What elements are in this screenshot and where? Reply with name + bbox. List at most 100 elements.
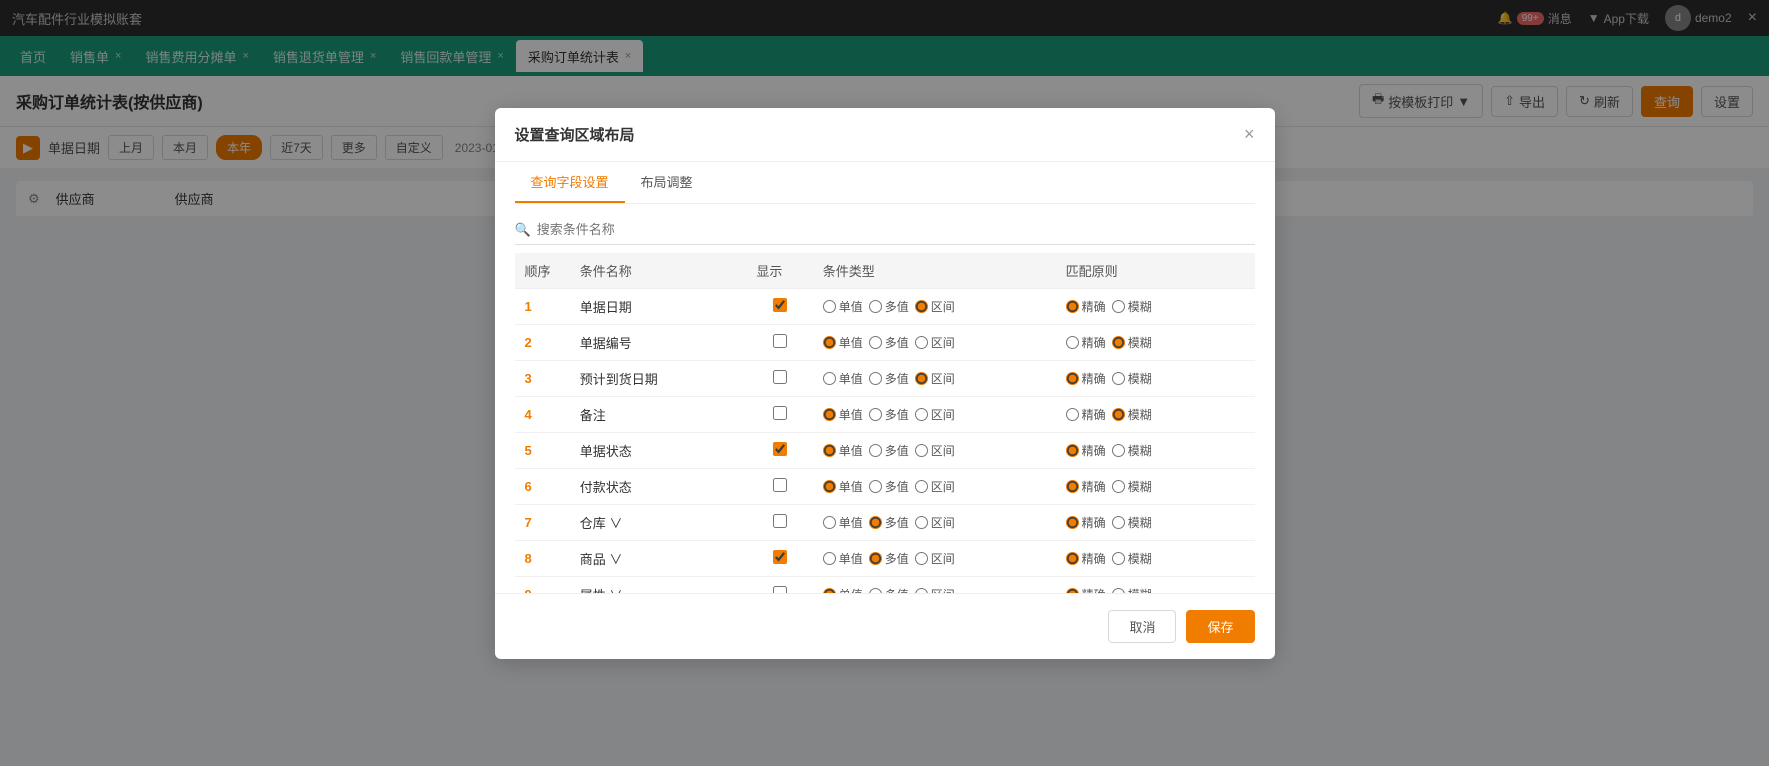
th-rule: 匹配原则 [1056, 253, 1255, 289]
cell-rule-7: 精确模糊 [1056, 540, 1255, 576]
type-option-2-2[interactable]: 区间 [915, 370, 955, 387]
type-option-8-0[interactable]: 单值 [823, 586, 863, 593]
show-checkbox-1[interactable] [773, 334, 787, 348]
rule-option-3-0[interactable]: 精确 [1066, 406, 1106, 423]
cell-name-1: 单据编号 [570, 324, 747, 360]
th-name: 条件名称 [570, 253, 747, 289]
show-checkbox-0[interactable] [773, 298, 787, 312]
cell-show-5 [746, 468, 812, 504]
cell-order-6: 7 [515, 504, 570, 540]
modal-tab-query[interactable]: 查询字段设置 [515, 162, 625, 203]
type-option-2-1[interactable]: 多值 [869, 370, 909, 387]
table-row: 1单据日期 单值多值区间 精确模糊 [515, 288, 1255, 324]
table-row: 2单据编号单值多值区间精确模糊 [515, 324, 1255, 360]
cell-rule-8: 精确模糊 [1056, 576, 1255, 593]
rule-option-8-1[interactable]: 模糊 [1112, 586, 1152, 593]
cell-order-0: 1 [515, 288, 570, 324]
cell-show-2 [746, 360, 812, 396]
rule-option-7-1[interactable]: 模糊 [1112, 550, 1152, 567]
rule-option-8-0[interactable]: 精确 [1066, 586, 1106, 593]
type-option-5-2[interactable]: 区间 [915, 478, 955, 495]
cell-rule-2: 精确模糊 [1056, 360, 1255, 396]
type-option-8-1[interactable]: 多值 [869, 586, 909, 593]
rule-option-1-1[interactable]: 模糊 [1112, 334, 1152, 351]
show-checkbox-5[interactable] [773, 478, 787, 492]
show-checkbox-6[interactable] [773, 514, 787, 528]
modal-body: 查询字段设置 布局调整 🔍 顺序 条件名称 显示 条件类型 [495, 162, 1275, 593]
show-checkbox-2[interactable] [773, 370, 787, 384]
rule-option-0-1[interactable]: 模糊 [1112, 298, 1152, 315]
type-option-3-1[interactable]: 多值 [869, 406, 909, 423]
cell-show-0 [746, 288, 812, 324]
cell-type-5: 单值多值区间 [813, 468, 1056, 504]
rule-option-2-1[interactable]: 模糊 [1112, 370, 1152, 387]
type-option-1-2[interactable]: 区间 [915, 334, 955, 351]
rule-option-0-0[interactable]: 精确 [1066, 298, 1106, 315]
type-option-0-0[interactable]: 单值 [823, 298, 863, 315]
table-row: 5单据状态单值多值区间精确模糊 [515, 432, 1255, 468]
table-row: 7仓库 ∨ 单值多值区间 精确模糊 [515, 504, 1255, 540]
type-option-1-1[interactable]: 多值 [869, 334, 909, 351]
type-option-0-2[interactable]: 区间 [915, 298, 955, 315]
type-option-2-0[interactable]: 单值 [823, 370, 863, 387]
cell-show-1 [746, 324, 812, 360]
cell-type-3: 单值多值区间 [813, 396, 1056, 432]
modal-footer: 取消 保存 [495, 593, 1275, 659]
save-btn[interactable]: 保存 [1186, 610, 1254, 643]
table-row: 4备注单值多值区间精确模糊 [515, 396, 1255, 432]
cell-name-7: 商品 ∨ [570, 540, 747, 576]
modal-overlay: 设置查询区域布局 × 查询字段设置 布局调整 🔍 顺序 [0, 0, 1769, 766]
rule-option-4-1[interactable]: 模糊 [1112, 442, 1152, 459]
type-option-5-0[interactable]: 单值 [823, 478, 863, 495]
type-option-7-2[interactable]: 区间 [915, 550, 955, 567]
type-option-4-2[interactable]: 区间 [915, 442, 955, 459]
cell-name-0: 单据日期 [570, 288, 747, 324]
cell-type-4: 单值多值区间 [813, 432, 1056, 468]
show-checkbox-4[interactable] [773, 442, 787, 456]
show-checkbox-7[interactable] [773, 550, 787, 564]
type-option-8-2[interactable]: 区间 [915, 586, 955, 593]
rule-option-1-0[interactable]: 精确 [1066, 334, 1106, 351]
type-option-3-2[interactable]: 区间 [915, 406, 955, 423]
type-option-0-1[interactable]: 多值 [869, 298, 909, 315]
modal-tab-layout[interactable]: 布局调整 [625, 162, 709, 203]
rule-option-6-1[interactable]: 模糊 [1112, 514, 1152, 531]
cell-show-7 [746, 540, 812, 576]
cell-name-6: 仓库 ∨ [570, 504, 747, 540]
rule-option-7-0[interactable]: 精确 [1066, 550, 1106, 567]
search-input[interactable] [537, 222, 737, 237]
type-option-7-0[interactable]: 单值 [823, 550, 863, 567]
th-type: 条件类型 [813, 253, 1056, 289]
cell-order-5: 6 [515, 468, 570, 504]
type-option-6-0[interactable]: 单值 [823, 514, 863, 531]
type-option-3-0[interactable]: 单值 [823, 406, 863, 423]
cell-order-3: 4 [515, 396, 570, 432]
type-option-6-2[interactable]: 区间 [915, 514, 955, 531]
modal-title: 设置查询区域布局 [515, 124, 635, 145]
cell-rule-0: 精确模糊 [1056, 288, 1255, 324]
cell-show-6 [746, 504, 812, 540]
show-checkbox-8[interactable] [773, 586, 787, 593]
type-option-4-0[interactable]: 单值 [823, 442, 863, 459]
type-option-1-0[interactable]: 单值 [823, 334, 863, 351]
cell-name-2: 预计到货日期 [570, 360, 747, 396]
table-row: 3预计到货日期单值多值区间精确模糊 [515, 360, 1255, 396]
rule-option-5-0[interactable]: 精确 [1066, 478, 1106, 495]
rule-option-4-0[interactable]: 精确 [1066, 442, 1106, 459]
cell-rule-5: 精确模糊 [1056, 468, 1255, 504]
table-row: 9属性 ∨单值多值区间精确模糊 [515, 576, 1255, 593]
cell-type-2: 单值多值区间 [813, 360, 1056, 396]
modal-close-btn[interactable]: × [1244, 124, 1255, 145]
type-option-5-1[interactable]: 多值 [869, 478, 909, 495]
type-option-6-1[interactable]: 多值 [869, 514, 909, 531]
rule-option-2-0[interactable]: 精确 [1066, 370, 1106, 387]
search-bar: 🔍 [515, 216, 1255, 245]
modal: 设置查询区域布局 × 查询字段设置 布局调整 🔍 顺序 [495, 108, 1275, 659]
rule-option-5-1[interactable]: 模糊 [1112, 478, 1152, 495]
show-checkbox-3[interactable] [773, 406, 787, 420]
rule-option-3-1[interactable]: 模糊 [1112, 406, 1152, 423]
cancel-btn[interactable]: 取消 [1108, 610, 1176, 643]
type-option-7-1[interactable]: 多值 [869, 550, 909, 567]
type-option-4-1[interactable]: 多值 [869, 442, 909, 459]
rule-option-6-0[interactable]: 精确 [1066, 514, 1106, 531]
